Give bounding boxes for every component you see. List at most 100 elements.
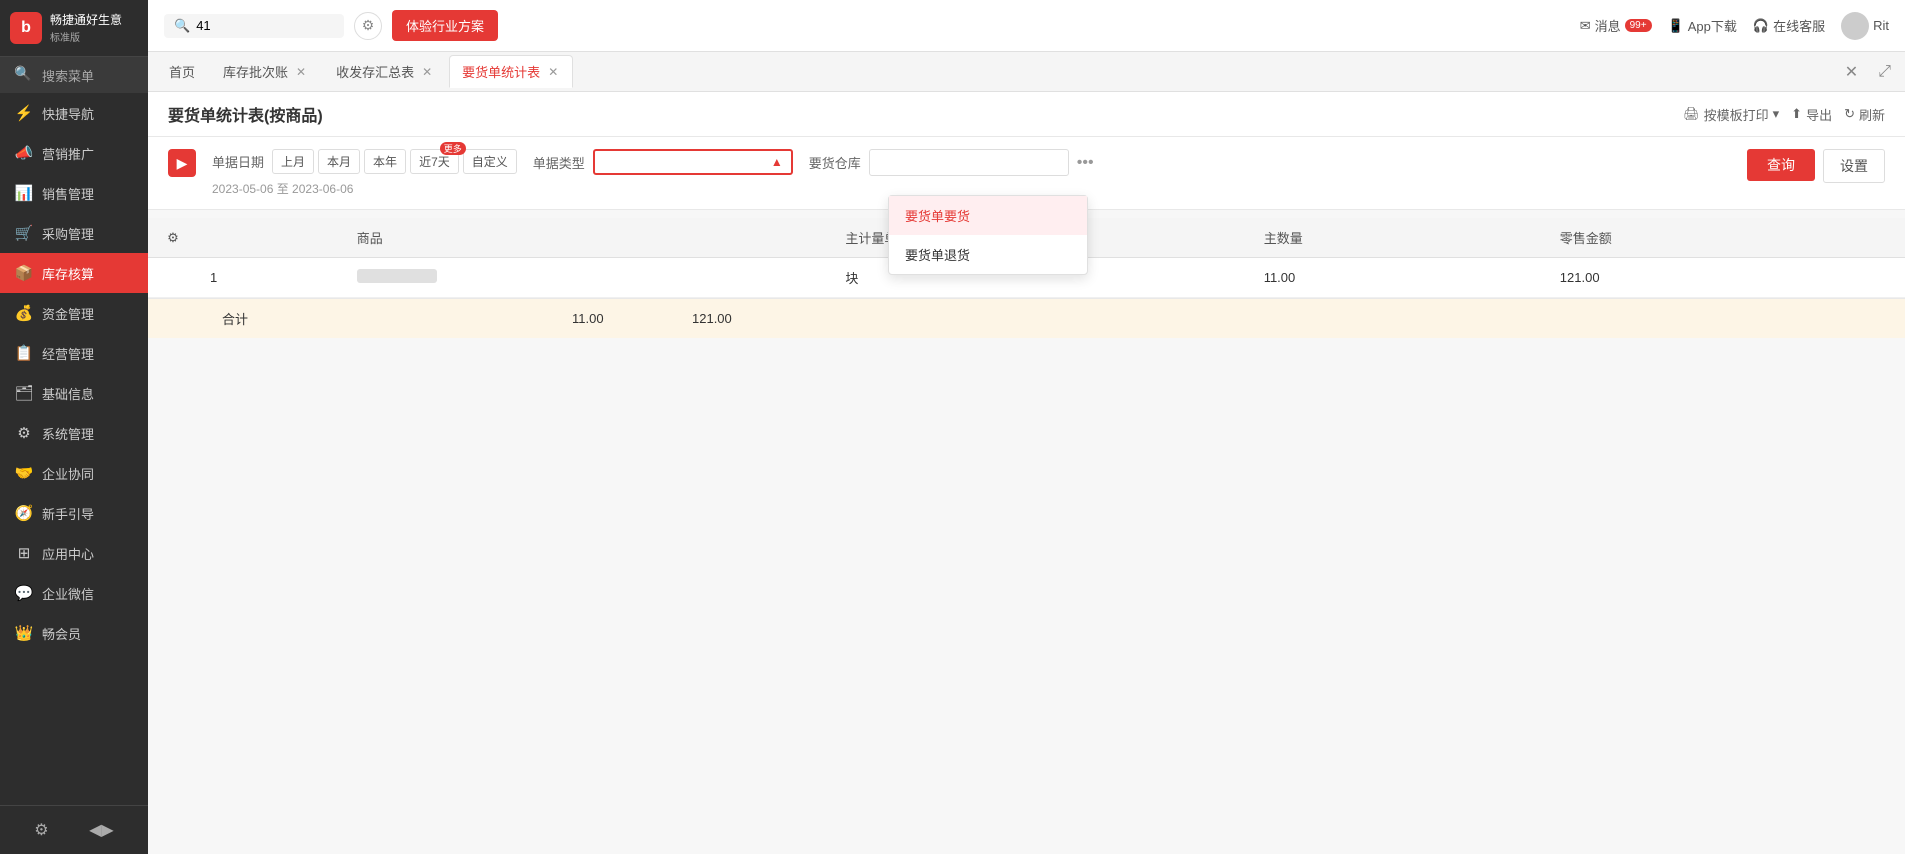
collapse-button[interactable]: ◀▶: [85, 816, 118, 844]
filter-actions: 查询 设置: [1747, 149, 1885, 183]
sidebar-item-enterprise[interactable]: 🤝 企业协同: [0, 453, 148, 493]
messages-label: 消息: [1595, 16, 1621, 35]
topbar-right: ✉ 消息 99+ 📱 App下载 🎧 在线客服 Rit: [1580, 12, 1889, 40]
filter-warehouse-group: 要货仓库 •••: [809, 149, 1094, 176]
logo-icon: b: [10, 12, 42, 44]
industry-btn[interactable]: 体验行业方案: [392, 10, 498, 41]
minimize-button[interactable]: ✕: [1839, 60, 1864, 84]
sidebar-item-guide[interactable]: 🧭 新手引导: [0, 493, 148, 533]
close-tab-invoice-summary[interactable]: ✕: [420, 65, 434, 79]
print-icon: 🖨: [1683, 106, 1700, 122]
user-name: Rit: [1873, 18, 1889, 33]
footer-quantity: 11.00: [560, 311, 680, 326]
sidebar-search[interactable]: 🔍 搜索菜单: [0, 57, 148, 93]
sidebar-item-label: 采购管理: [42, 224, 94, 243]
basic-info-icon: 🗂: [14, 383, 34, 403]
user-avatar-item[interactable]: Rit: [1841, 12, 1889, 40]
tab-label: 库存批次账: [223, 62, 288, 81]
sidebar-item-member[interactable]: 👑 畅会员: [0, 613, 148, 653]
messages-item[interactable]: ✉ 消息 99+: [1580, 16, 1652, 35]
sidebar-item-marketing[interactable]: 📣 营销推广: [0, 133, 148, 173]
sidebar-bottom: ⚙ ◀▶: [0, 805, 148, 854]
cell-amount: 121.00: [1548, 258, 1905, 298]
tab-home[interactable]: 首页: [156, 55, 208, 88]
type-dropdown[interactable]: ▲: [593, 149, 793, 175]
cell-product: [345, 258, 834, 298]
cell-quantity: 11.00: [1252, 258, 1548, 298]
tab-invoice-summary[interactable]: 收发存汇总表 ✕: [323, 55, 447, 88]
settings-button[interactable]: ⚙: [30, 816, 52, 844]
logo-text-block: 畅捷通好生意 标准版: [50, 12, 122, 44]
btn-recent-7[interactable]: 近7天 更多: [410, 149, 459, 174]
sidebar-logo: b 畅捷通好生意 标准版: [0, 0, 148, 57]
sidebar-item-sales[interactable]: 📊 销售管理: [0, 173, 148, 213]
sidebar-item-quick-nav[interactable]: ⚡ 快捷导航: [0, 93, 148, 133]
logo-sub: 标准版: [50, 29, 122, 44]
sidebar-item-label: 畅会员: [42, 624, 81, 643]
btn-this-month[interactable]: 本月: [318, 149, 360, 174]
page-content: 要货单统计表(按商品) 🖨 按模板打印 ▾ ⬆ 导出 ↻ 刷新 ▶: [148, 92, 1905, 854]
date-label: 单据日期: [212, 152, 264, 171]
more-options-icon[interactable]: •••: [1077, 154, 1094, 172]
sidebar-item-operations[interactable]: 📋 经营管理: [0, 333, 148, 373]
sidebar: b 畅捷通好生意 标准版 🔍 搜索菜单 ⚡ 快捷导航 📣 营销推广 📊 销售管理…: [0, 0, 148, 854]
search-button[interactable]: 查询: [1747, 149, 1815, 181]
online-service-item[interactable]: 🎧 在线客服: [1753, 16, 1825, 35]
app-download-label: App下载: [1688, 16, 1737, 35]
member-icon: 👑: [14, 623, 34, 643]
sidebar-item-label: 快捷导航: [42, 104, 94, 123]
export-label: 导出: [1806, 105, 1832, 124]
dropdown-option-purchase[interactable]: 要货单要货: [889, 196, 1087, 235]
topbar-gear-button[interactable]: ⚙: [354, 12, 382, 40]
sidebar-item-label: 应用中心: [42, 544, 94, 563]
sidebar-item-label: 营销推广: [42, 144, 94, 163]
option-label: 要货单退货: [905, 248, 970, 263]
purchase-icon: 🛒: [14, 223, 34, 243]
sidebar-item-inventory[interactable]: 📦 库存核算: [0, 253, 148, 293]
dropdown-option-return[interactable]: 要货单退货: [889, 235, 1087, 274]
guide-icon: 🧭: [14, 503, 34, 523]
filter-date-row: 单据日期 上月 本月 本年 近7天 更多 自定义: [212, 149, 517, 174]
main-content: 🔍 ⚙ 体验行业方案 ✉ 消息 99+ 📱 App下载 🎧 在线客服 Ri: [148, 0, 1905, 854]
tab-batch-account[interactable]: 库存批次账 ✕: [210, 55, 321, 88]
btn-prev-month[interactable]: 上月: [272, 149, 314, 174]
sidebar-item-system[interactable]: ⚙ 系统管理: [0, 413, 148, 453]
btn-custom[interactable]: 自定义: [463, 149, 517, 174]
col-no: [198, 218, 345, 258]
app-center-icon: ⊞: [14, 543, 34, 563]
type-label: 单据类型: [533, 153, 585, 172]
refresh-icon: ↻: [1844, 106, 1855, 122]
close-tab-order-summary[interactable]: ✕: [546, 65, 560, 79]
window-controls: ✕ ⤢: [1839, 60, 1897, 84]
print-button[interactable]: 🖨 按模板打印 ▾: [1683, 105, 1779, 124]
col-product: 商品: [345, 218, 834, 258]
tab-order-summary[interactable]: 要货单统计表 ✕: [449, 55, 573, 88]
sidebar-item-basic-info[interactable]: 🗂 基础信息: [0, 373, 148, 413]
refresh-button[interactable]: ↻ 刷新: [1844, 105, 1885, 124]
btn-this-year[interactable]: 本年: [364, 149, 406, 174]
col-settings[interactable]: ⚙: [148, 218, 198, 258]
home-tab-label: 首页: [169, 62, 195, 81]
sidebar-item-label: 基础信息: [42, 384, 94, 403]
cell-settings: [148, 258, 198, 298]
app-download-item[interactable]: 📱 App下载: [1668, 16, 1737, 35]
sales-icon: 📊: [14, 183, 34, 203]
hot-badge: 更多: [440, 142, 466, 155]
close-tab-batch-account[interactable]: ✕: [294, 65, 308, 79]
topbar-search-input[interactable]: [196, 18, 316, 33]
filter-expand-btn[interactable]: ▶: [168, 149, 196, 177]
sidebar-item-label: 资金管理: [42, 304, 94, 323]
sidebar-item-wechat[interactable]: 💬 企业微信: [0, 573, 148, 613]
setting-button[interactable]: 设置: [1823, 149, 1885, 183]
filter-date-group: 单据日期 上月 本月 本年 近7天 更多 自定义 2023-05-06 至 20…: [212, 149, 517, 197]
page-header: 要货单统计表(按商品) 🖨 按模板打印 ▾ ⬆ 导出 ↻ 刷新: [148, 92, 1905, 137]
sidebar-item-finance[interactable]: 💰 资金管理: [0, 293, 148, 333]
sidebar-item-purchase[interactable]: 🛒 采购管理: [0, 213, 148, 253]
warehouse-input[interactable]: [869, 149, 1069, 176]
expand-button[interactable]: ⤢: [1872, 61, 1897, 83]
tab-label: 收发存汇总表: [336, 62, 414, 81]
sidebar-item-app-center[interactable]: ⊞ 应用中心: [0, 533, 148, 573]
export-button[interactable]: ⬆ 导出: [1791, 105, 1832, 124]
print-label: 按模板打印: [1704, 105, 1769, 124]
topbar-search-box[interactable]: 🔍: [164, 14, 344, 38]
